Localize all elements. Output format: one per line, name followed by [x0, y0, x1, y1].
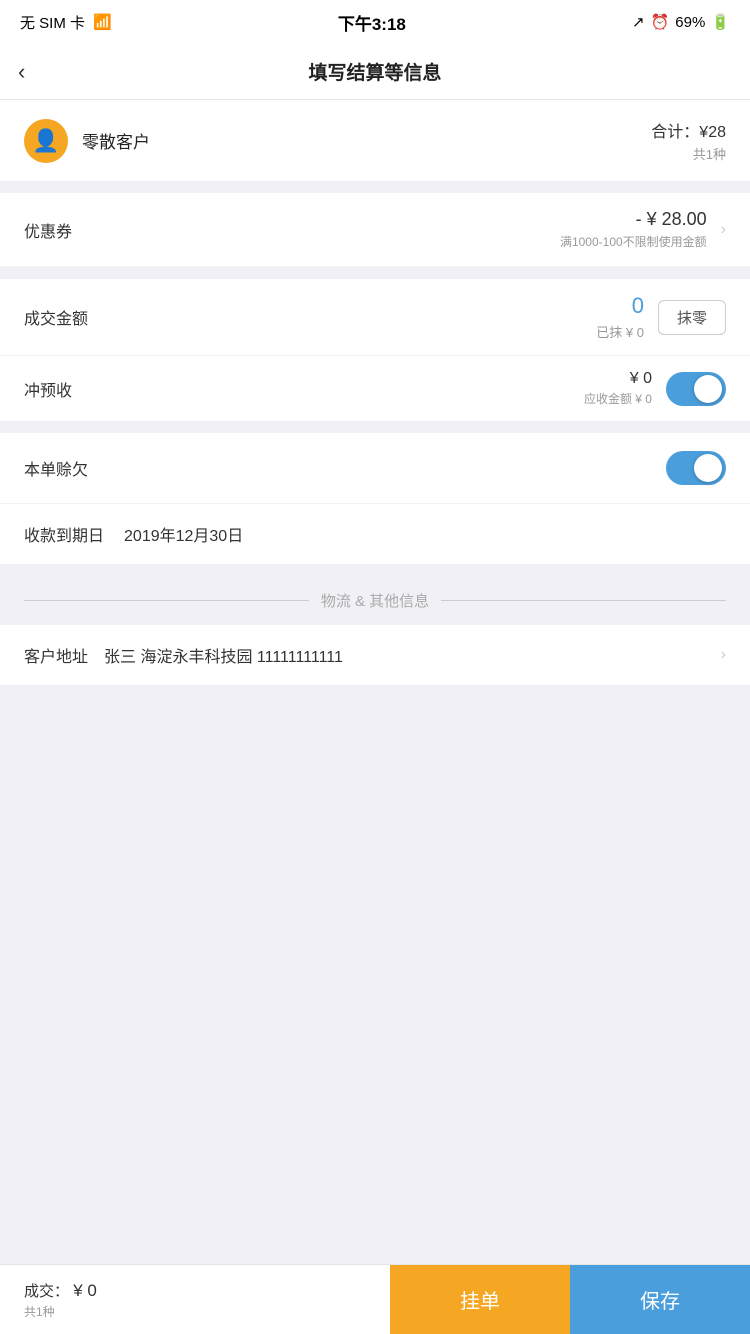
wifi-icon: 📶 [93, 13, 112, 31]
due-date-label: 收款到期日 [24, 522, 104, 546]
logistics-line-left [24, 600, 309, 601]
deal-amount-label: 成交金额 [24, 305, 88, 329]
due-date-value: 2019年12月30日 [124, 522, 243, 546]
customer-totals: 合计：¥28 共1种 [651, 118, 726, 163]
address-section: 客户地址 张三 海淀永丰科技园 11111111111 › [0, 625, 750, 685]
coupon-amount: - ¥ 28.00 [560, 209, 707, 230]
address-row[interactable]: 客户地址 张三 海淀永丰科技园 11111111111 › [0, 625, 750, 685]
debt-label: 本单赊欠 [24, 456, 88, 480]
alarm-icon: ⏰ [651, 13, 670, 31]
coupon-row[interactable]: 优惠券 - ¥ 28.00 满1000-100不限制使用金额 › [0, 193, 750, 267]
toggle-knob [694, 375, 722, 403]
coupon-values: - ¥ 28.00 满1000-100不限制使用金额 [560, 209, 707, 250]
back-button[interactable]: ‹ [18, 59, 25, 85]
content: 👤 零散客户 合计：¥28 共1种 优惠券 - ¥ 28.00 满1000-10… [0, 100, 750, 977]
customer-row: 👤 零散客户 合计：¥28 共1种 [0, 100, 750, 181]
deal-amount-row: 成交金额 0 已抹 ¥ 0 抹零 [0, 279, 750, 356]
logistics-header: 物流 & 其他信息 [0, 576, 750, 625]
pre-receive-right: ¥ 0 应收金额 ¥ 0 [584, 370, 726, 407]
direction-icon: ↗ [632, 13, 645, 31]
hang-button[interactable]: 挂单 [390, 1265, 570, 1334]
debt-toggle[interactable] [666, 451, 726, 485]
deal-amount-right: 0 已抹 ¥ 0 抹零 [596, 293, 726, 341]
deal-amount-sub: 已抹 ¥ 0 [596, 322, 644, 341]
pre-receive-sub: 应收金额 ¥ 0 [584, 390, 652, 407]
logistics-line-right [441, 600, 726, 601]
bottom-count: 共1种 [24, 1303, 366, 1320]
status-time: 下午3:18 [338, 10, 406, 35]
save-button[interactable]: 保存 [570, 1265, 750, 1334]
battery-icon: 🔋 [711, 13, 730, 31]
bottom-deal-row: 成交： ¥ 0 [24, 1280, 366, 1301]
status-right: ↗ ⏰ 69% 🔋 [632, 13, 730, 31]
coupon-section: 优惠券 - ¥ 28.00 满1000-100不限制使用金额 › [0, 193, 750, 267]
customer-avatar: 👤 [24, 119, 68, 163]
nav-bar: ‹ 填写结算等信息 [0, 44, 750, 100]
pre-receive-values: ¥ 0 应收金额 ¥ 0 [584, 370, 652, 407]
round-zero-button[interactable]: 抹零 [658, 300, 726, 335]
spacer [0, 697, 750, 897]
total-count: 共1种 [651, 144, 726, 163]
deal-amount-values: 0 已抹 ¥ 0 [596, 293, 644, 341]
debt-row: 本单赊欠 [0, 433, 750, 503]
due-date-row: 收款到期日 2019年12月30日 [0, 503, 750, 564]
deal-amount-value[interactable]: 0 [604, 293, 644, 319]
coupon-label: 优惠券 [24, 218, 72, 242]
address-label: 客户地址 [24, 643, 88, 667]
status-bar: 无 SIM 卡 📶 下午3:18 ↗ ⏰ 69% 🔋 [0, 0, 750, 44]
bottom-deal-label: 成交： [24, 1283, 69, 1300]
bottom-deal-amount: ¥ 0 [73, 1281, 97, 1300]
pre-receive-row: 冲预收 ¥ 0 应收金额 ¥ 0 [0, 356, 750, 421]
battery-text: 69% [675, 14, 705, 31]
bottom-bar: 成交： ¥ 0 共1种 挂单 保存 [0, 1264, 750, 1334]
no-sim-text: 无 SIM 卡 [20, 12, 85, 33]
pre-receive-toggle[interactable] [666, 372, 726, 406]
logistics-text: 物流 & 其他信息 [321, 590, 429, 611]
page-title: 填写结算等信息 [308, 58, 441, 85]
pre-receive-amount: ¥ 0 [584, 370, 652, 388]
customer-left: 👤 零散客户 [24, 119, 150, 163]
coupon-chevron: › [721, 221, 726, 239]
bottom-info: 成交： ¥ 0 共1种 [0, 1280, 390, 1320]
address-chevron: › [721, 646, 726, 664]
avatar-icon: 👤 [32, 128, 59, 154]
status-left: 无 SIM 卡 📶 [20, 12, 112, 33]
coupon-right: - ¥ 28.00 满1000-100不限制使用金额 › [560, 209, 726, 250]
customer-section: 👤 零散客户 合计：¥28 共1种 [0, 100, 750, 181]
debt-section: 本单赊欠 收款到期日 2019年12月30日 [0, 433, 750, 564]
debt-toggle-knob [694, 454, 722, 482]
customer-name: 零散客户 [82, 128, 150, 153]
address-value: 张三 海淀永丰科技园 11111111111 [104, 643, 721, 667]
pre-receive-label: 冲预收 [24, 377, 72, 401]
coupon-sub: 满1000-100不限制使用金额 [560, 233, 707, 250]
total-amount: 合计：¥28 [651, 118, 726, 142]
amount-section: 成交金额 0 已抹 ¥ 0 抹零 冲预收 ¥ 0 应收金额 ¥ 0 [0, 279, 750, 421]
